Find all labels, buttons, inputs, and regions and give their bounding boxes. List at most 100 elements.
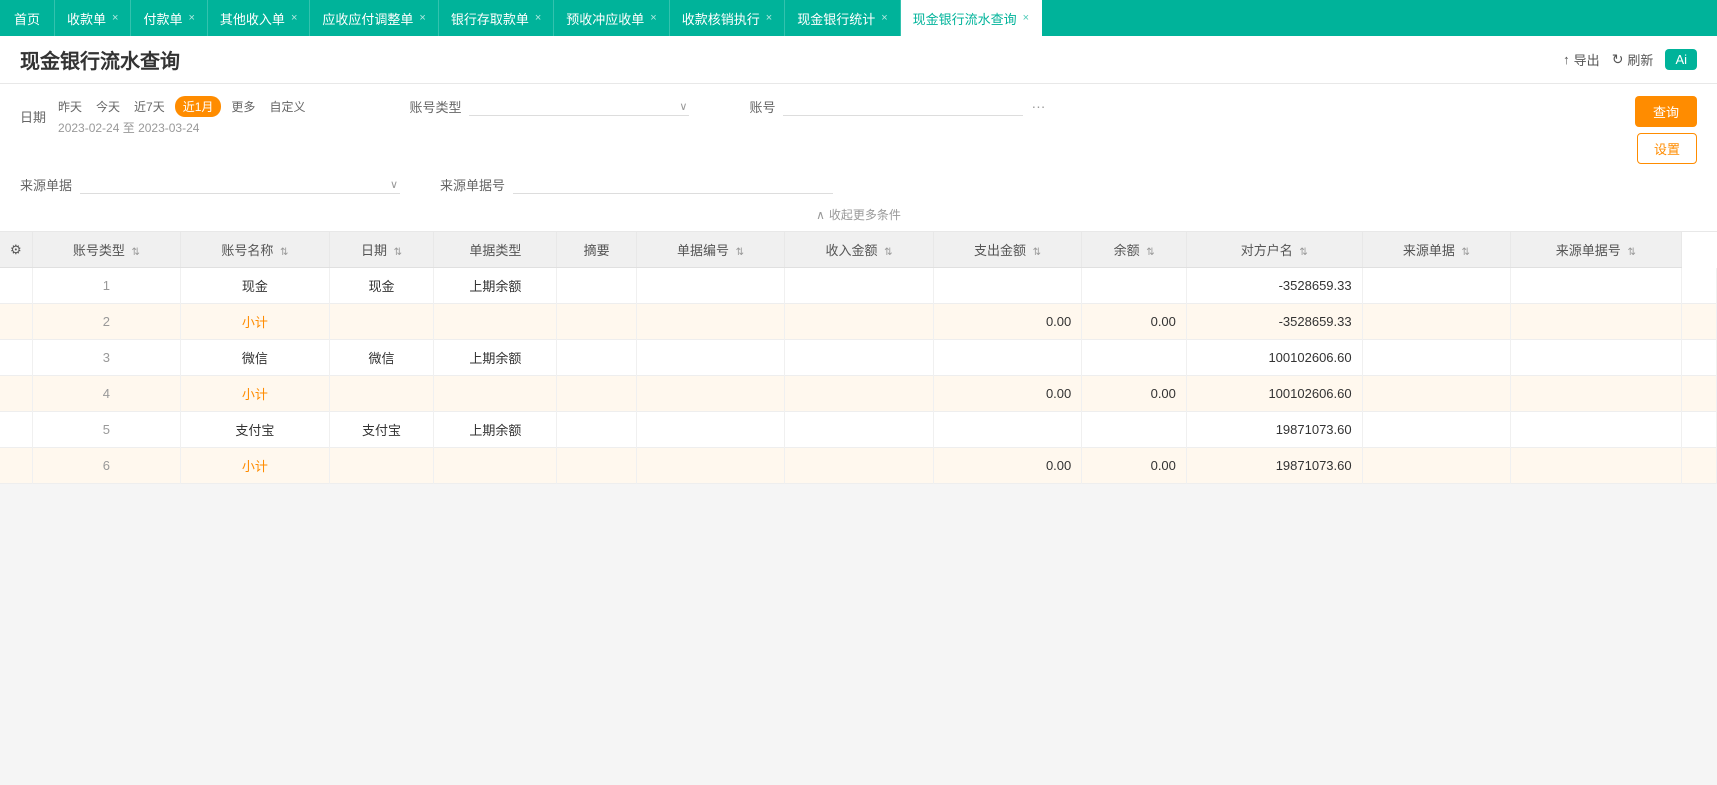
cell-date: 上期余额	[434, 340, 557, 376]
nav-tab-label: 收款单	[67, 9, 106, 28]
cell-summary	[636, 376, 785, 412]
col-header-doc-type[interactable]: 单据类型	[434, 232, 557, 268]
nav-tab-label: 现金银行流水查询	[913, 9, 1017, 28]
table-row[interactable]: 1现金现金上期余额-3528659.33	[0, 268, 1717, 304]
cell-income: 0.00	[933, 376, 1082, 412]
table-row[interactable]: 4小计0.000.00100102606.60	[0, 376, 1717, 412]
account-filter-group: 账号 ···	[749, 96, 1045, 116]
date-btn-7days[interactable]: 近7天	[130, 96, 169, 117]
date-btn-1month[interactable]: 近1月	[175, 96, 222, 117]
account-type-label: 账号类型	[409, 97, 461, 116]
nav-tab-fukuandan[interactable]: 付款单 ×	[131, 0, 207, 36]
row-number: 5	[32, 412, 181, 448]
sort-icon: ⇅	[132, 247, 140, 258]
nav-tab-shoukuandan[interactable]: 收款单 ×	[55, 0, 131, 36]
cell-counterparty	[1362, 376, 1511, 412]
nav-tab-shoukuanhexiao[interactable]: 收款核销执行 ×	[670, 0, 785, 36]
cell-account-type: 现金	[181, 268, 330, 304]
cell-summary	[636, 268, 785, 304]
cell-counterparty	[1362, 448, 1511, 484]
data-table: ⚙ 账号类型 ⇅ 账号名称 ⇅ 日期 ⇅ 单据类型 摘要	[0, 232, 1717, 484]
collapse-label: 收起更多条件	[829, 206, 901, 223]
ellipsis-icon[interactable]: ···	[1031, 98, 1045, 114]
cell-source-doc	[1511, 412, 1681, 448]
cell-doc-type	[557, 340, 636, 376]
gear-column-header[interactable]: ⚙	[0, 232, 32, 268]
cell-account-name: 现金	[329, 268, 434, 304]
source-doc-input[interactable]	[80, 174, 400, 194]
export-button[interactable]: ↑ 导出	[1563, 50, 1600, 69]
sort-icon: ⇅	[1627, 247, 1635, 258]
date-col: 昨天 今天 近7天 近1月 更多 自定义 2023-02-24 至 2023-0…	[54, 96, 309, 136]
nav-tab-label: 其他收入单	[220, 9, 285, 28]
table-row[interactable]: 5支付宝支付宝上期余额19871073.60	[0, 412, 1717, 448]
cell-income	[933, 412, 1082, 448]
refresh-icon: ↻	[1612, 51, 1624, 68]
page-header: 现金银行流水查询 ↑ 导出 ↻ 刷新 Ai	[0, 36, 1717, 84]
nav-tab-yingshouyingfu[interactable]: 应收应付调整单 ×	[310, 0, 438, 36]
collapse-button[interactable]: ∧ 收起更多条件	[816, 206, 901, 223]
close-icon[interactable]: ×	[766, 12, 772, 24]
cell-date: 上期余额	[434, 268, 557, 304]
col-header-counterparty[interactable]: 对方户名 ⇅	[1186, 232, 1362, 268]
account-type-input[interactable]	[469, 96, 689, 116]
cell-balance: 100102606.60	[1186, 340, 1362, 376]
col-header-expense[interactable]: 支出金额 ⇅	[933, 232, 1082, 268]
source-doc-no-input[interactable]	[513, 174, 833, 194]
nav-tab-yushou[interactable]: 预收冲应收单 ×	[554, 0, 669, 36]
close-icon[interactable]: ×	[291, 12, 297, 24]
cell-account-name	[329, 376, 434, 412]
nav-home-label: 首页	[14, 9, 40, 28]
col-header-doc-no[interactable]: 单据编号 ⇅	[636, 232, 785, 268]
close-icon[interactable]: ×	[535, 12, 541, 24]
col-header-account-name[interactable]: 账号名称 ⇅	[181, 232, 330, 268]
table-row[interactable]: 2小计0.000.00-3528659.33	[0, 304, 1717, 340]
close-icon[interactable]: ×	[1023, 12, 1029, 24]
settings-button[interactable]: 设置	[1637, 133, 1697, 164]
close-icon[interactable]: ×	[112, 12, 118, 24]
account-label: 账号	[749, 97, 775, 116]
col-header-source-doc-no[interactable]: 来源单据号 ⇅	[1511, 232, 1681, 268]
col-header-summary[interactable]: 摘要	[557, 232, 636, 268]
close-icon[interactable]: ×	[188, 12, 194, 24]
nav-tab-yinhangcunqu[interactable]: 银行存取款单 ×	[439, 0, 554, 36]
query-button[interactable]: 查询	[1635, 96, 1697, 127]
col-header-income[interactable]: 收入金额 ⇅	[785, 232, 934, 268]
cell-balance: -3528659.33	[1186, 304, 1362, 340]
table-row[interactable]: 3微信微信上期余额100102606.60	[0, 340, 1717, 376]
date-btn-yesterday[interactable]: 昨天	[54, 96, 86, 117]
account-type-select-wrapper: ∨	[469, 96, 689, 116]
col-header-source-doc[interactable]: 来源单据 ⇅	[1362, 232, 1511, 268]
date-btn-custom[interactable]: 自定义	[265, 96, 309, 117]
cell-doc-no	[785, 412, 934, 448]
table-row[interactable]: 6小计0.000.0019871073.60	[0, 448, 1717, 484]
nav-tab-xianjinyinhang[interactable]: 现金银行统计 ×	[785, 0, 900, 36]
gear-cell	[0, 412, 32, 448]
cell-doc-no	[785, 304, 934, 340]
col-header-date[interactable]: 日期 ⇅	[329, 232, 434, 268]
cell-income: 0.00	[933, 448, 1082, 484]
gear-cell	[0, 304, 32, 340]
col-header-balance[interactable]: 余额 ⇅	[1082, 232, 1187, 268]
close-icon[interactable]: ×	[419, 12, 425, 24]
ai-button[interactable]: Ai	[1665, 49, 1697, 70]
close-icon[interactable]: ×	[650, 12, 656, 24]
col-header-account-type[interactable]: 账号类型 ⇅	[32, 232, 181, 268]
cell-balance: 19871073.60	[1186, 448, 1362, 484]
account-input[interactable]	[783, 96, 1023, 116]
close-icon[interactable]: ×	[881, 12, 887, 24]
nav-tab-label: 应收应付调整单	[322, 9, 413, 28]
refresh-button[interactable]: ↻ 刷新	[1612, 50, 1654, 69]
cell-summary	[636, 340, 785, 376]
cell-doc-type	[557, 376, 636, 412]
account-type-filter-group: 账号类型 ∨	[409, 96, 689, 116]
cell-counterparty	[1362, 268, 1511, 304]
nav-tab-label: 现金银行统计	[797, 9, 875, 28]
cell-account-name: 微信	[329, 340, 434, 376]
right-actions: 查询 设置	[1635, 96, 1697, 164]
nav-home[interactable]: 首页	[0, 0, 55, 36]
date-btn-more[interactable]: 更多	[227, 96, 259, 117]
nav-tab-qitashouru[interactable]: 其他收入单 ×	[208, 0, 310, 36]
nav-tab-liushui[interactable]: 现金银行流水查询 ×	[901, 0, 1042, 36]
date-btn-today[interactable]: 今天	[92, 96, 124, 117]
